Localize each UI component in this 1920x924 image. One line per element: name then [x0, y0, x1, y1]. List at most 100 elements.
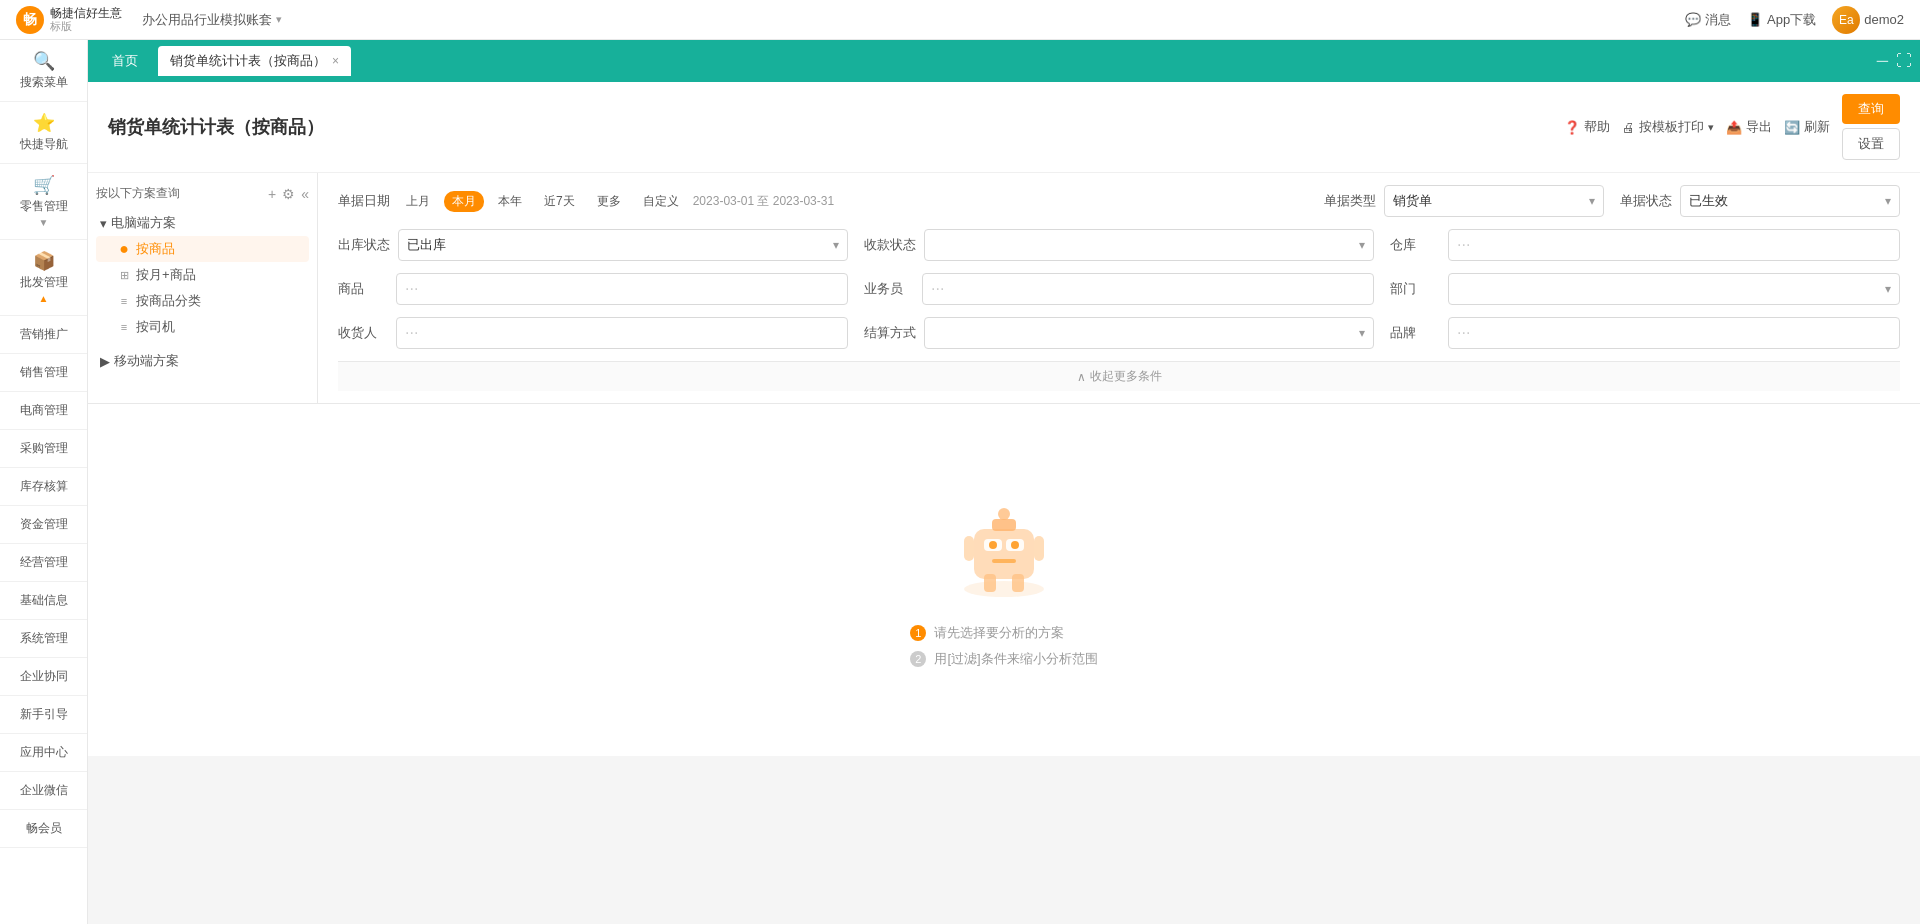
collapse-bar[interactable]: ∧ 收起更多条件 [338, 361, 1900, 391]
filter-dept-item: 部门 ▾ [1390, 273, 1900, 305]
filter-date-item: 单据日期 上月 本月 本年 近7天 更多 自定义 2023-03-01 至 20… [338, 191, 1308, 212]
sidebar-item-sales[interactable]: 销售管理 [0, 354, 87, 392]
workspace-selector[interactable]: 办公用品行业模拟账套 ▾ [142, 11, 282, 29]
sidebar-item-guide[interactable]: 新手引导 [0, 696, 87, 734]
filter-goods-label: 商品 [338, 280, 388, 298]
filter-goods-control: ··· [396, 273, 848, 305]
filter-dept-select[interactable]: ▾ [1448, 273, 1900, 305]
sidebar-item-purchase[interactable]: 采购管理 [0, 430, 87, 468]
scheme-group-mobile: ▶ 移动端方案 [96, 348, 309, 374]
sidebar-item-retail[interactable]: 🛒 零售管理 ▼ [0, 164, 87, 240]
scheme-panel-actions: + ⚙ « [268, 186, 309, 202]
svg-point-8 [998, 508, 1010, 520]
filter-doctype-control: 销货单 ▾ [1384, 185, 1604, 217]
scheme-item-by-month-goods[interactable]: ⊞ 按月+商品 [96, 262, 309, 288]
app-icon: 📱 [1747, 12, 1763, 27]
help-icon: ❓ [1564, 120, 1580, 135]
user-avatar: Ea [1832, 6, 1860, 34]
filter-brand-label: 品牌 [1390, 324, 1440, 342]
search-icon: 🔍 [4, 50, 83, 72]
scheme-item-by-goods[interactable]: ● 按商品 [96, 236, 309, 262]
query-button[interactable]: 查询 [1842, 94, 1900, 124]
sidebar-item-finance[interactable]: 资金管理 [0, 506, 87, 544]
filter-row-4: 收货人 ··· 结算方式 [338, 317, 1900, 349]
template-print-button[interactable]: 🖨 按模板打印 ▾ [1622, 118, 1714, 136]
export-button[interactable]: 📤 导出 [1726, 118, 1772, 136]
sidebar-item-search[interactable]: 🔍 搜索菜单 [0, 40, 87, 102]
filter-docstatus-item: 单据状态 已生效 ▾ [1620, 185, 1900, 217]
help-button[interactable]: ❓ 帮助 [1564, 118, 1610, 136]
sidebar-item-enterprise[interactable]: 企业协同 [0, 658, 87, 696]
filter-docstatus-select[interactable]: 已生效 ▾ [1680, 185, 1900, 217]
refresh-button[interactable]: 🔄 刷新 [1784, 118, 1830, 136]
collectstatus-dropdown-icon: ▾ [1359, 238, 1365, 252]
empty-illustration [944, 484, 1064, 604]
page-content: 销货单统计计表（按商品） ❓ 帮助 🖨 按模板打印 ▾ 📤 [88, 82, 1920, 924]
filter-goods-select[interactable]: ··· [396, 273, 848, 305]
tab-maximize-button[interactable]: ⛶ [1896, 52, 1912, 70]
date-tag-more[interactable]: 更多 [589, 191, 629, 212]
filter-row-3: 商品 ··· 业务员 [338, 273, 1900, 305]
filter-salesperson-item: 业务员 ··· [864, 273, 1374, 305]
tab-home[interactable]: 首页 [96, 46, 154, 76]
print-icon: 🖨 [1622, 120, 1635, 135]
scheme-item-by-driver[interactable]: ≡ 按司机 [96, 314, 309, 340]
settings-button[interactable]: 设置 [1842, 128, 1900, 160]
scheme-collapse-button[interactable]: « [301, 186, 309, 202]
page-inner: 销货单统计计表（按商品） ❓ 帮助 🖨 按模板打印 ▾ 📤 [88, 82, 1920, 756]
scheme-driver-icon: ≡ [116, 319, 132, 335]
content-area: 首页 销货单统计计表（按商品） × ─ ⛶ 销货单统计计表（按商品） ❓ [88, 40, 1920, 924]
filter-collectstatus-label: 收款状态 [864, 236, 916, 254]
message-button[interactable]: 💬 消息 [1685, 11, 1731, 29]
sidebar-item-inventory[interactable]: 库存核算 [0, 468, 87, 506]
filter-doctype-select[interactable]: 销货单 ▾ [1384, 185, 1604, 217]
sidebar-item-wholesale[interactable]: 📦 批发管理 ▲ [0, 240, 87, 316]
empty-state: 1 请先选择要分析的方案 2 用[过滤]条件来缩小分析范围 [88, 404, 1920, 756]
svg-rect-1 [974, 529, 1034, 579]
date-tag-thisyear[interactable]: 本年 [490, 191, 530, 212]
tab-close-button[interactable]: × [332, 54, 339, 68]
filter-warehouse-select[interactable]: ··· [1448, 229, 1900, 261]
tab-active-salestats[interactable]: 销货单统计计表（按商品） × [158, 46, 351, 76]
user-profile[interactable]: Ea demo2 [1832, 6, 1904, 34]
filter-settle-control: ▾ [924, 317, 1374, 349]
docstatus-dropdown-icon: ▾ [1885, 194, 1891, 208]
filter-receiver-control: ··· [396, 317, 848, 349]
filter-outstatus-control: 已出库 ▾ [398, 229, 848, 261]
filter-brand-select[interactable]: ··· [1448, 317, 1900, 349]
sidebar-item-member[interactable]: 畅会员 [0, 810, 87, 848]
sidebar-item-appcenter[interactable]: 应用中心 [0, 734, 87, 772]
scheme-group-mobile-header[interactable]: ▶ 移动端方案 [96, 348, 309, 374]
filter-outstatus-select[interactable]: 已出库 ▾ [398, 229, 848, 261]
logo-text: 畅捷信好生意 标版 [50, 6, 122, 34]
filter-receiver-select[interactable]: ··· [396, 317, 848, 349]
date-tag-lastmonth[interactable]: 上月 [398, 191, 438, 212]
step-num-1: 1 [910, 625, 926, 641]
topbar: 畅 畅捷信好生意 标版 办公用品行业模拟账套 ▾ 💬 消息 📱 App下载 Ea… [0, 0, 1920, 40]
sidebar-item-quicknav[interactable]: ⭐ 快捷导航 [0, 102, 87, 164]
app-download-button[interactable]: 📱 App下载 [1747, 11, 1816, 29]
topbar-left: 畅 畅捷信好生意 标版 办公用品行业模拟账套 ▾ [16, 6, 282, 34]
filter-settle-select[interactable]: ▾ [924, 317, 1374, 349]
sidebar-item-operations[interactable]: 经营管理 [0, 544, 87, 582]
scheme-group-desktop-header[interactable]: ▾ 电脑端方案 [96, 210, 309, 236]
svg-rect-12 [1012, 574, 1024, 592]
sidebar-item-system[interactable]: 系统管理 [0, 620, 87, 658]
sidebar-item-ecommerce[interactable]: 电商管理 [0, 392, 87, 430]
date-tag-thismonth[interactable]: 本月 [444, 191, 484, 212]
sidebar-item-wechat[interactable]: 企业微信 [0, 772, 87, 810]
scheme-item-by-category[interactable]: ≡ 按商品分类 [96, 288, 309, 314]
tab-bar-actions: ─ ⛶ [1877, 52, 1912, 70]
sidebar-item-basics[interactable]: 基础信息 [0, 582, 87, 620]
dept-dropdown-icon: ▾ [1885, 282, 1891, 296]
scheme-settings-button[interactable]: ⚙ [282, 186, 295, 202]
sidebar-item-marketing[interactable]: 营销推广 [0, 316, 87, 354]
scheme-add-button[interactable]: + [268, 186, 276, 202]
filter-collectstatus-select[interactable]: ▾ [924, 229, 1374, 261]
tab-minimize-button[interactable]: ─ [1877, 52, 1888, 70]
filter-date-label: 单据日期 [338, 192, 390, 210]
svg-point-4 [989, 541, 997, 549]
filter-salesperson-select[interactable]: ··· [922, 273, 1374, 305]
date-tag-7days[interactable]: 近7天 [536, 191, 583, 212]
date-tag-custom[interactable]: 自定义 [635, 191, 687, 212]
